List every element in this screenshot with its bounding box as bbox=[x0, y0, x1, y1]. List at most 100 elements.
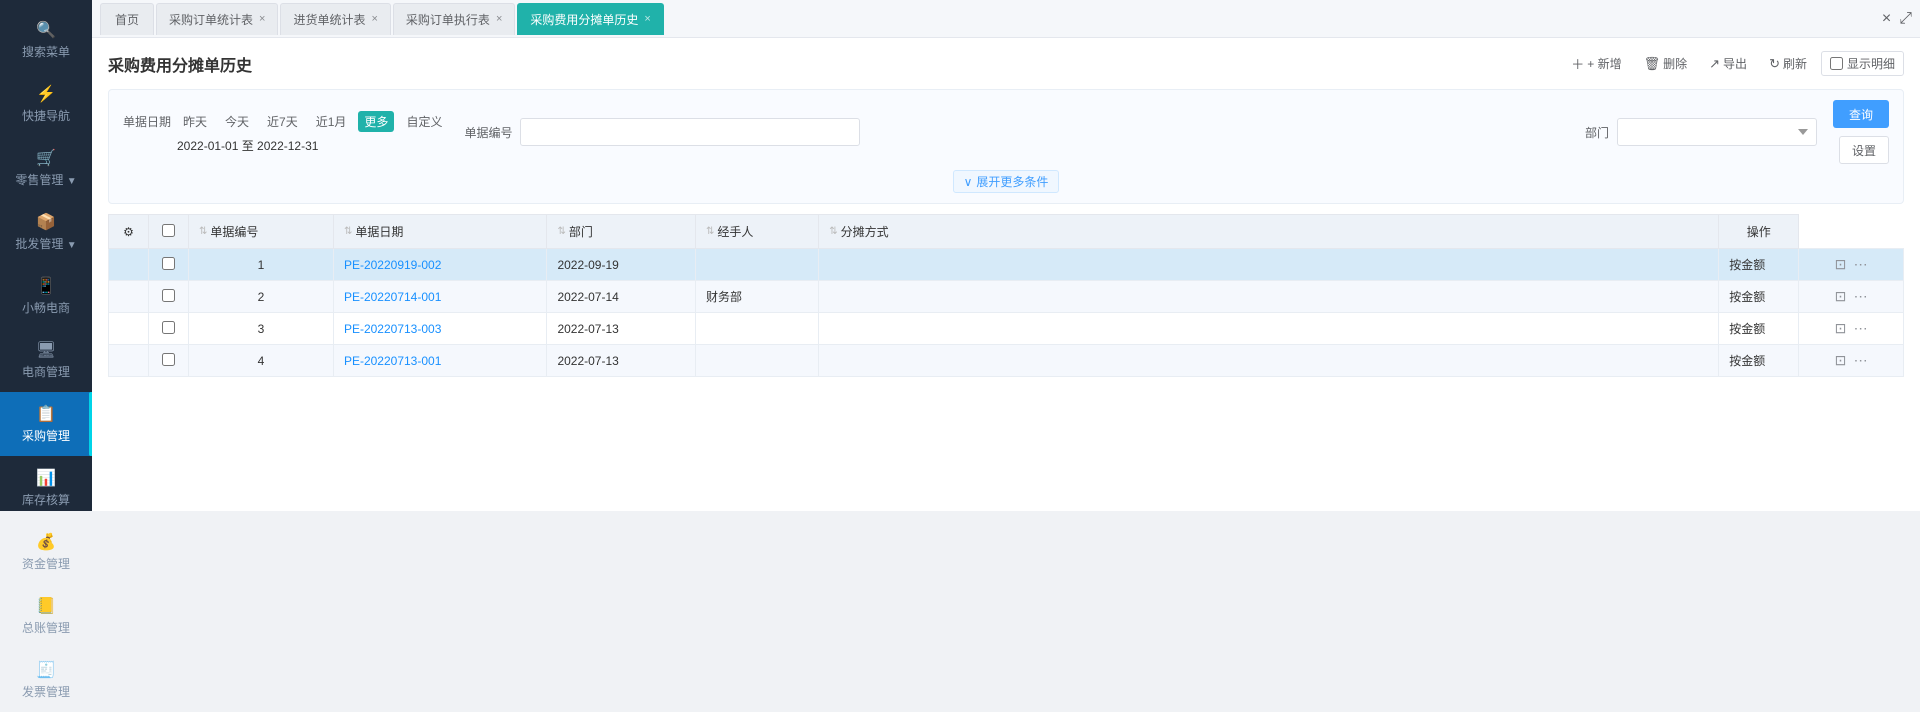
settings-icon[interactable]: ⚙ bbox=[123, 225, 134, 239]
sidebar-item-ecommerce[interactable]: 🖥 电商管理 bbox=[0, 328, 92, 392]
row-doc-num[interactable]: PE-20220714-001 bbox=[333, 281, 546, 313]
row-checkbox-cell[interactable] bbox=[149, 281, 189, 313]
row-doc-num[interactable]: PE-20220713-001 bbox=[333, 345, 546, 377]
table-row: 1 PE-20220919-002 2022-09-19 按金额 ⊡ ⋯ bbox=[109, 249, 1904, 281]
doc-num-link[interactable]: PE-20220714-001 bbox=[344, 290, 441, 304]
row-checkbox[interactable] bbox=[162, 289, 175, 302]
th-split-method[interactable]: ⇅ 分摊方式 bbox=[819, 215, 1719, 249]
sidebar-item-finance[interactable]: 💰 资金管理 bbox=[0, 520, 92, 584]
tab-purchase-goods-stats[interactable]: 进货单统计表 × bbox=[280, 3, 390, 35]
tab-close-icon[interactable]: × bbox=[644, 13, 650, 25]
action-view-icon[interactable]: ⊡ bbox=[1835, 352, 1847, 368]
row-settings-cell bbox=[109, 249, 149, 281]
sidebar-item-purchase[interactable]: 📋 采购管理 bbox=[0, 392, 92, 456]
doc-number-input[interactable] bbox=[520, 118, 860, 146]
row-doc-date: 2022-07-13 bbox=[547, 313, 696, 345]
th-doc-date[interactable]: ⇅ 单据日期 bbox=[333, 215, 546, 249]
action-more-icon[interactable]: ⋯ bbox=[1854, 320, 1868, 336]
invoice-icon: 🧾 bbox=[4, 660, 88, 680]
tab-close-icon[interactable]: × bbox=[496, 13, 502, 25]
doc-num-link[interactable]: PE-20220713-003 bbox=[344, 322, 441, 336]
date-btn-more[interactable]: 更多 bbox=[358, 111, 394, 132]
sidebar-item-retail[interactable]: 🛒 零售管理 ▼ bbox=[0, 136, 92, 200]
dept-filter: 部门 财务部 bbox=[1585, 118, 1817, 146]
action-view-icon[interactable]: ⊡ bbox=[1835, 320, 1847, 336]
row-doc-date: 2022-07-13 bbox=[547, 345, 696, 377]
tab-purchase-fee-history[interactable]: 采购费用分摊单历史 × bbox=[517, 3, 663, 35]
doc-number-filter: 单据编号 bbox=[464, 118, 1569, 146]
th-handler[interactable]: ⇅ 经手人 bbox=[695, 215, 818, 249]
tab-purchase-order-stats[interactable]: 采购订单统计表 × bbox=[156, 3, 278, 35]
sort-icon: ⇅ bbox=[344, 226, 352, 237]
action-more-icon[interactable]: ⋯ bbox=[1854, 352, 1868, 368]
row-doc-num[interactable]: PE-20220713-003 bbox=[333, 313, 546, 345]
finance-icon: 💰 bbox=[4, 532, 88, 552]
th-checkbox[interactable] bbox=[149, 215, 189, 249]
refresh-button[interactable]: ↻ 刷新 bbox=[1761, 51, 1815, 76]
date-btn-custom[interactable]: 自定义 bbox=[400, 111, 448, 132]
doc-num-link[interactable]: PE-20220713-001 bbox=[344, 354, 441, 368]
window-close-icon[interactable]: × bbox=[1882, 10, 1891, 28]
tab-close-icon[interactable]: × bbox=[371, 13, 377, 25]
chevron-down-icon: ∨ bbox=[964, 175, 973, 189]
sidebar-item-mini[interactable]: 📱 小畅电商 bbox=[0, 264, 92, 328]
add-icon: ＋ bbox=[1571, 54, 1584, 73]
th-doc-num[interactable]: ⇅ 单据编号 bbox=[189, 215, 334, 249]
sort-icon: ⇅ bbox=[829, 226, 837, 237]
tab-purchase-order-exec[interactable]: 采购订单执行表 × bbox=[393, 3, 515, 35]
header-actions: ＋ + 新增 🗑 删除 ↗ 导出 ↻ 刷新 显示明细 bbox=[1563, 50, 1904, 77]
expand-more-button[interactable]: ∨ 展开更多条件 bbox=[953, 170, 1060, 193]
sidebar: 🔍 搜索菜单 ⚡ 快捷导航 🛒 零售管理 ▼ 📦 批发管理 ▼ 📱 小畅电商 🖥… bbox=[0, 0, 92, 511]
row-checkbox[interactable] bbox=[162, 257, 175, 270]
select-all-checkbox[interactable] bbox=[162, 224, 175, 237]
row-checkbox-cell[interactable] bbox=[149, 313, 189, 345]
sidebar-item-wholesale[interactable]: 📦 批发管理 ▼ bbox=[0, 200, 92, 264]
date-btn-7days[interactable]: 近7天 bbox=[261, 111, 304, 132]
doc-num-link[interactable]: PE-20220919-002 bbox=[344, 258, 441, 272]
sidebar-item-shortcut[interactable]: ⚡ 快捷导航 bbox=[0, 72, 92, 136]
shortcut-icon: ⚡ bbox=[4, 84, 88, 104]
filter-right-actions: 查询 设置 bbox=[1833, 100, 1889, 164]
action-more-icon[interactable]: ⋯ bbox=[1854, 288, 1868, 304]
add-button[interactable]: ＋ + 新增 bbox=[1563, 50, 1629, 77]
action-view-icon[interactable]: ⊡ bbox=[1835, 288, 1847, 304]
action-more-icon[interactable]: ⋯ bbox=[1854, 256, 1868, 272]
th-settings[interactable]: ⚙ bbox=[109, 215, 149, 249]
row-number: 1 bbox=[189, 249, 334, 281]
setting-button[interactable]: 设置 bbox=[1839, 136, 1889, 164]
tab-home[interactable]: 首页 bbox=[100, 3, 154, 35]
row-checkbox-cell[interactable] bbox=[149, 249, 189, 281]
sort-icon: ⇅ bbox=[706, 226, 714, 237]
page-content-area: 采购费用分摊单历史 ＋ + 新增 🗑 删除 ↗ 导出 ↻ 刷新 bbox=[92, 38, 1920, 511]
date-btn-today[interactable]: 今天 bbox=[219, 111, 255, 132]
sidebar-item-invoice[interactable]: 🧾 发票管理 bbox=[0, 648, 92, 712]
dept-select[interactable]: 财务部 bbox=[1617, 118, 1817, 146]
row-checkbox-cell[interactable] bbox=[149, 345, 189, 377]
purchase-icon: 📋 bbox=[4, 404, 88, 424]
date-btn-1month[interactable]: 近1月 bbox=[310, 111, 353, 132]
search-icon: 🔍 bbox=[4, 20, 88, 40]
row-checkbox[interactable] bbox=[162, 353, 175, 366]
query-button[interactable]: 查询 bbox=[1833, 100, 1889, 128]
th-dept[interactable]: ⇅ 部门 bbox=[547, 215, 696, 249]
delete-button[interactable]: 🗑 删除 bbox=[1636, 51, 1696, 76]
row-checkbox[interactable] bbox=[162, 321, 175, 334]
sidebar-item-ledger[interactable]: 📒 总账管理 bbox=[0, 584, 92, 648]
chevron-down-icon: ▼ bbox=[67, 176, 77, 187]
sidebar-item-search[interactable]: 🔍 搜索菜单 bbox=[0, 8, 92, 72]
window-maximize-icon[interactable]: ⤢ bbox=[1899, 10, 1912, 28]
refresh-icon: ↻ bbox=[1769, 56, 1780, 72]
action-view-icon[interactable]: ⊡ bbox=[1835, 256, 1847, 272]
toggle-columns-input[interactable] bbox=[1830, 57, 1843, 70]
row-action-cell: ⊡ ⋯ bbox=[1799, 281, 1904, 313]
export-button[interactable]: ↗ 导出 bbox=[1701, 51, 1755, 76]
row-split-method: 按金额 bbox=[1719, 313, 1799, 345]
toggle-columns-checkbox[interactable]: 显示明细 bbox=[1821, 51, 1904, 76]
filter-dates: 单据日期 昨天 今天 近7天 近1月 更多 自定义 bbox=[123, 111, 448, 132]
row-doc-date: 2022-09-19 bbox=[547, 249, 696, 281]
row-doc-num[interactable]: PE-20220919-002 bbox=[333, 249, 546, 281]
row-split-method: 按金额 bbox=[1719, 281, 1799, 313]
tab-close-icon[interactable]: × bbox=[259, 13, 265, 25]
sidebar-item-inventory[interactable]: 📊 库存核算 bbox=[0, 456, 92, 520]
date-btn-yesterday[interactable]: 昨天 bbox=[177, 111, 213, 132]
